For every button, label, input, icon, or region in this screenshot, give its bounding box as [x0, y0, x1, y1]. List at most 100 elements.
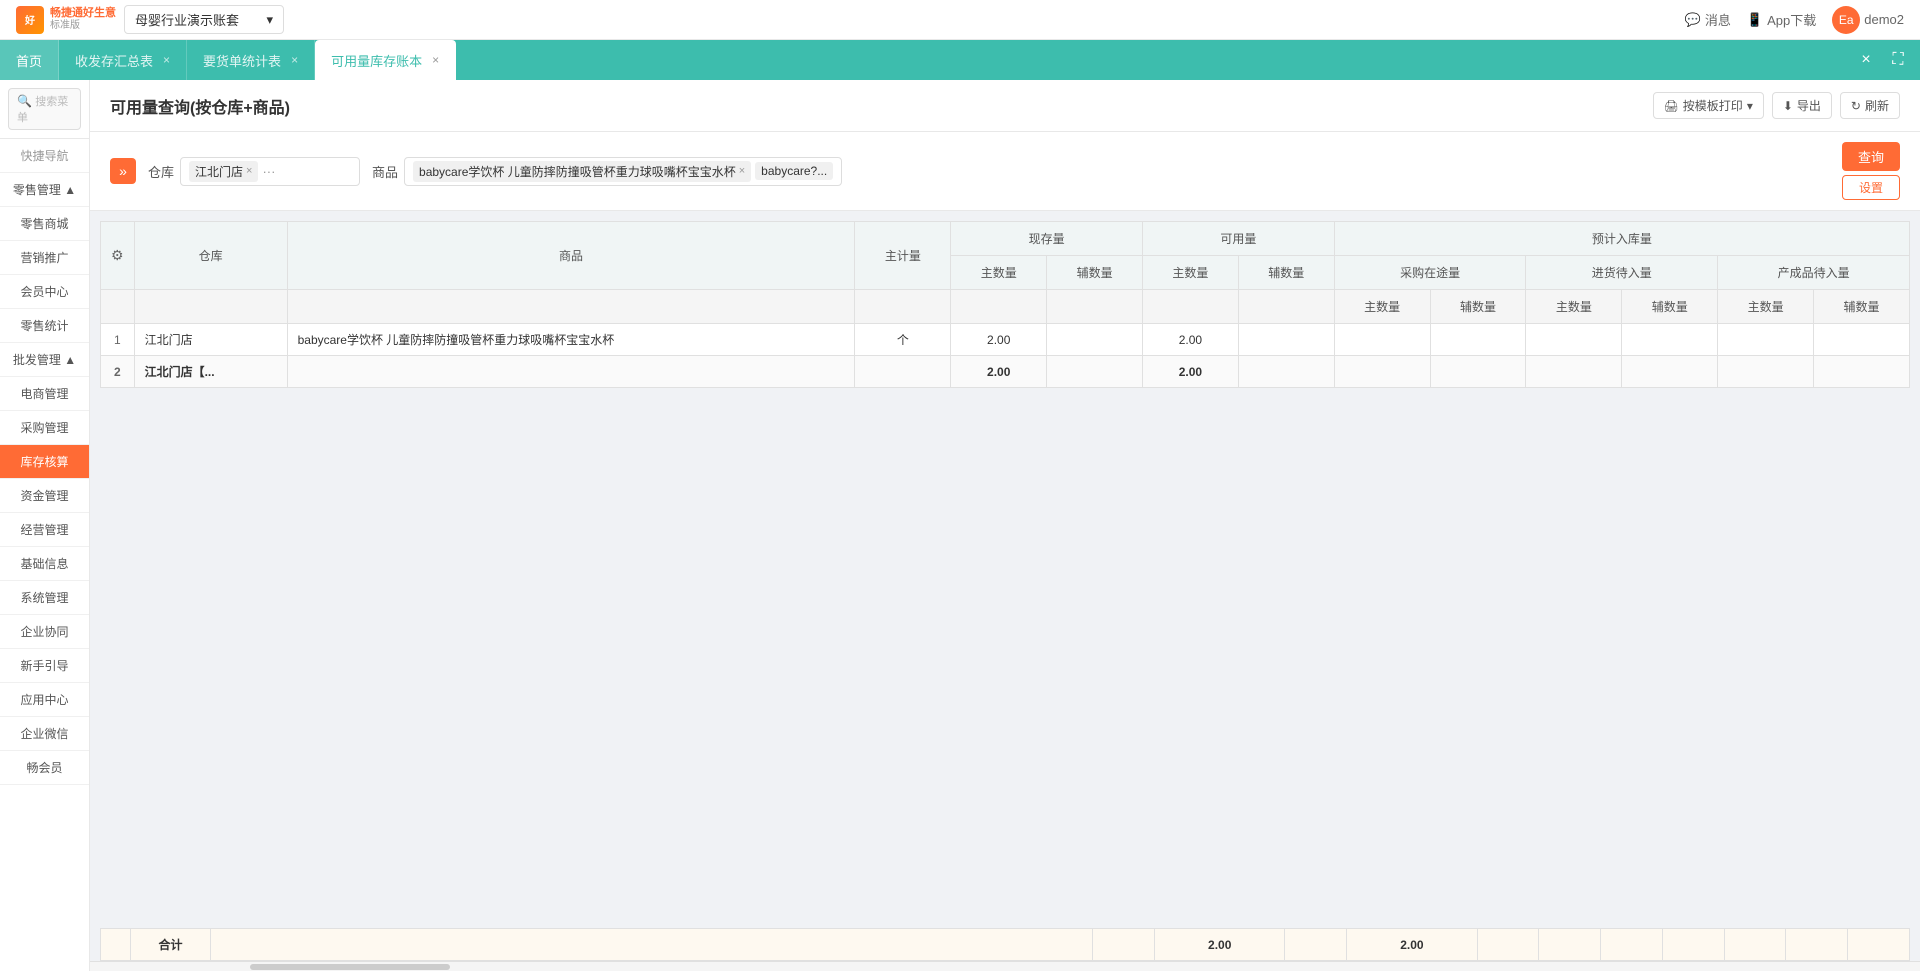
row1-production-main: [1718, 324, 1814, 356]
company-name: 母婴行业演示账套: [135, 10, 239, 29]
filter-bar: » 仓库 江北门店 × ··· 商品 babycare学饮杯 儿童防摔防撞吸管杯…: [90, 132, 1920, 211]
sidebar-item-pifa[interactable]: 批发管理 ▲: [0, 343, 89, 377]
warehouse-tag-text: 江北门店: [195, 163, 243, 180]
message-label: 消息: [1705, 10, 1731, 29]
export-btn[interactable]: ⬇ 导出: [1772, 92, 1832, 119]
th-production-aux: 辅数量: [1814, 290, 1910, 324]
product-filter-input[interactable]: babycare学饮杯 儿童防摔防撞吸管杯重力球吸嘴杯宝宝水杯 × babyca…: [404, 157, 842, 186]
tab-yaohuo-close[interactable]: ×: [291, 53, 298, 67]
app-download-action[interactable]: 📱 App下载: [1747, 10, 1816, 29]
warehouse-filter-input[interactable]: 江北门店 × ···: [180, 157, 360, 186]
ecommerce-label: 电商管理: [20, 385, 68, 402]
content-area: 可用量查询(按仓库+商品) 🖨 按模板打印 ▾ ⬇ 导出 ↻ 刷新 »: [90, 80, 1920, 971]
row2-production-main: [1718, 356, 1814, 388]
warehouse-more-btn[interactable]: ···: [262, 164, 275, 179]
warehouse-tag-remove[interactable]: ×: [246, 165, 252, 177]
settings-icon[interactable]: ⚙: [111, 247, 124, 263]
chevron-down-icon: ▾: [266, 12, 273, 28]
top-bar-right: 💬 消息 📱 App下载 Ea demo2: [1685, 6, 1904, 34]
th-arrival-main: 主数量: [1526, 290, 1622, 324]
sidebar-item-yingyong[interactable]: 应用中心: [0, 683, 89, 717]
sidebar-item-xitong[interactable]: 系统管理: [0, 581, 89, 615]
export-label: 导出: [1797, 97, 1821, 114]
expand-tab-btn[interactable]: ⛶: [1884, 46, 1912, 74]
enterprise-collab-label: 企业协同: [20, 623, 68, 640]
sidebar-item-jichu[interactable]: 基础信息: [0, 547, 89, 581]
th-available-qty: 可用量: [1143, 222, 1335, 256]
sidebar-item-lingshoutongji[interactable]: 零售统计: [0, 309, 89, 343]
app-download-label: App下载: [1767, 10, 1816, 29]
sidebar-item-changhui[interactable]: 畅会员: [0, 751, 89, 785]
row1-transit-main: [1334, 324, 1430, 356]
tab-keyongliang[interactable]: 可用量库存账本 ×: [315, 40, 456, 80]
quick-nav-label: 快捷导航: [20, 147, 68, 164]
th-transit-aux: 辅数量: [1430, 290, 1526, 324]
th-purchase-arrival: 进货待入量: [1526, 256, 1718, 290]
top-bar-left: 好 畅捷通好生意 标准版 母婴行业演示账套 ▾: [16, 5, 284, 34]
tab-shoufacun-close[interactable]: ×: [163, 53, 170, 67]
th-settings: ⚙: [101, 222, 135, 290]
row2-arrival-main: [1526, 356, 1622, 388]
filter-expand-btn[interactable]: »: [110, 158, 136, 184]
tab-keyongliang-close[interactable]: ×: [432, 53, 439, 67]
th-transit-main: 主数量: [1334, 290, 1430, 324]
th-current-aux: 辅数量: [1047, 256, 1143, 290]
summary-current-main: 2.00: [1155, 929, 1285, 961]
row1-arrival-main: [1526, 324, 1622, 356]
product-tag-1-remove[interactable]: ×: [739, 165, 745, 177]
sidebar: 🔍 搜索菜单 快捷导航 零售管理 ▲ 零售商城 营销推广 会员中心 零售统计 批…: [0, 80, 90, 971]
sidebar-item-yingxiao[interactable]: 营销推广: [0, 241, 89, 275]
refresh-btn[interactable]: ↻ 刷新: [1840, 92, 1900, 119]
sidebar-item-shangcheng[interactable]: 零售商城: [0, 207, 89, 241]
sidebar-item-lingshol[interactable]: 零售管理 ▲: [0, 173, 89, 207]
message-action[interactable]: 💬 消息: [1685, 10, 1731, 29]
sidebar-item-huiyuan[interactable]: 会员中心: [0, 275, 89, 309]
finance-label: 资金管理: [20, 487, 68, 504]
row1-warehouse: 江北门店: [134, 324, 287, 356]
sidebar-item-xinshou[interactable]: 新手引导: [0, 649, 89, 683]
product-tag-2: babycare?...: [755, 162, 833, 180]
th-empty-1: [101, 290, 135, 324]
scroll-thumb[interactable]: [250, 964, 450, 970]
sidebar-item-kucun[interactable]: 库存核算: [0, 445, 89, 479]
close-tab-btn[interactable]: ×: [1852, 46, 1880, 74]
th-arrival-aux: 辅数量: [1622, 290, 1718, 324]
th-empty-5: [951, 290, 1047, 324]
sidebar-item-wechat[interactable]: 企业微信: [0, 717, 89, 751]
th-purchase-transit: 采购在途量: [1334, 256, 1526, 290]
horizontal-scrollbar[interactable]: [90, 961, 1920, 971]
table-container: ⚙ 仓库 商品 主计量 现存量 可用量 预计入库量 主数量 辅数量 主数量 辅数…: [90, 211, 1920, 928]
sidebar-item-zijin[interactable]: 资金管理: [0, 479, 89, 513]
sidebar-item-jingying[interactable]: 经营管理: [0, 513, 89, 547]
search-menu-input[interactable]: 🔍 搜索菜单: [8, 88, 81, 130]
logo-icon: 好: [16, 6, 44, 34]
sidebar-item-caigou[interactable]: 采购管理: [0, 411, 89, 445]
summary-avail-main: 2.00: [1347, 929, 1477, 961]
row1-current-main: 2.00: [951, 324, 1047, 356]
row2-no: 2: [101, 356, 135, 388]
th-empty-6: [1047, 290, 1143, 324]
logo-subtext: 标准版: [50, 20, 116, 32]
system-label: 系统管理: [20, 589, 68, 606]
template-print-btn[interactable]: 🖨 按模板打印 ▾: [1653, 92, 1764, 119]
settings-btn[interactable]: 设置: [1842, 175, 1900, 200]
query-btn[interactable]: 查询: [1842, 142, 1900, 171]
marketing-label: 营销推广: [20, 249, 68, 266]
th-product: 商品: [287, 222, 855, 290]
sidebar-item-dianshang[interactable]: 电商管理: [0, 377, 89, 411]
th-main-unit: 主计量: [855, 222, 951, 290]
warehouse-filter-label: 仓库: [148, 162, 174, 181]
tab-shoufacun[interactable]: 收发存汇总表 ×: [59, 40, 187, 80]
th-empty-4: [855, 290, 951, 324]
row1-current-aux: [1047, 324, 1143, 356]
row1-transit-aux: [1430, 324, 1526, 356]
home-label: 首页: [16, 51, 42, 70]
row2-avail-main: 2.00: [1143, 356, 1239, 388]
nav-tabs-actions: × ⛶: [1852, 46, 1920, 74]
tab-home[interactable]: 首页: [0, 40, 59, 80]
avatar: Ea: [1832, 6, 1860, 34]
company-selector[interactable]: 母婴行业演示账套 ▾: [124, 5, 284, 34]
sidebar-item-qiye[interactable]: 企业协同: [0, 615, 89, 649]
tab-yaohuo[interactable]: 要货单统计表 ×: [187, 40, 315, 80]
user-action[interactable]: Ea demo2: [1832, 6, 1904, 34]
